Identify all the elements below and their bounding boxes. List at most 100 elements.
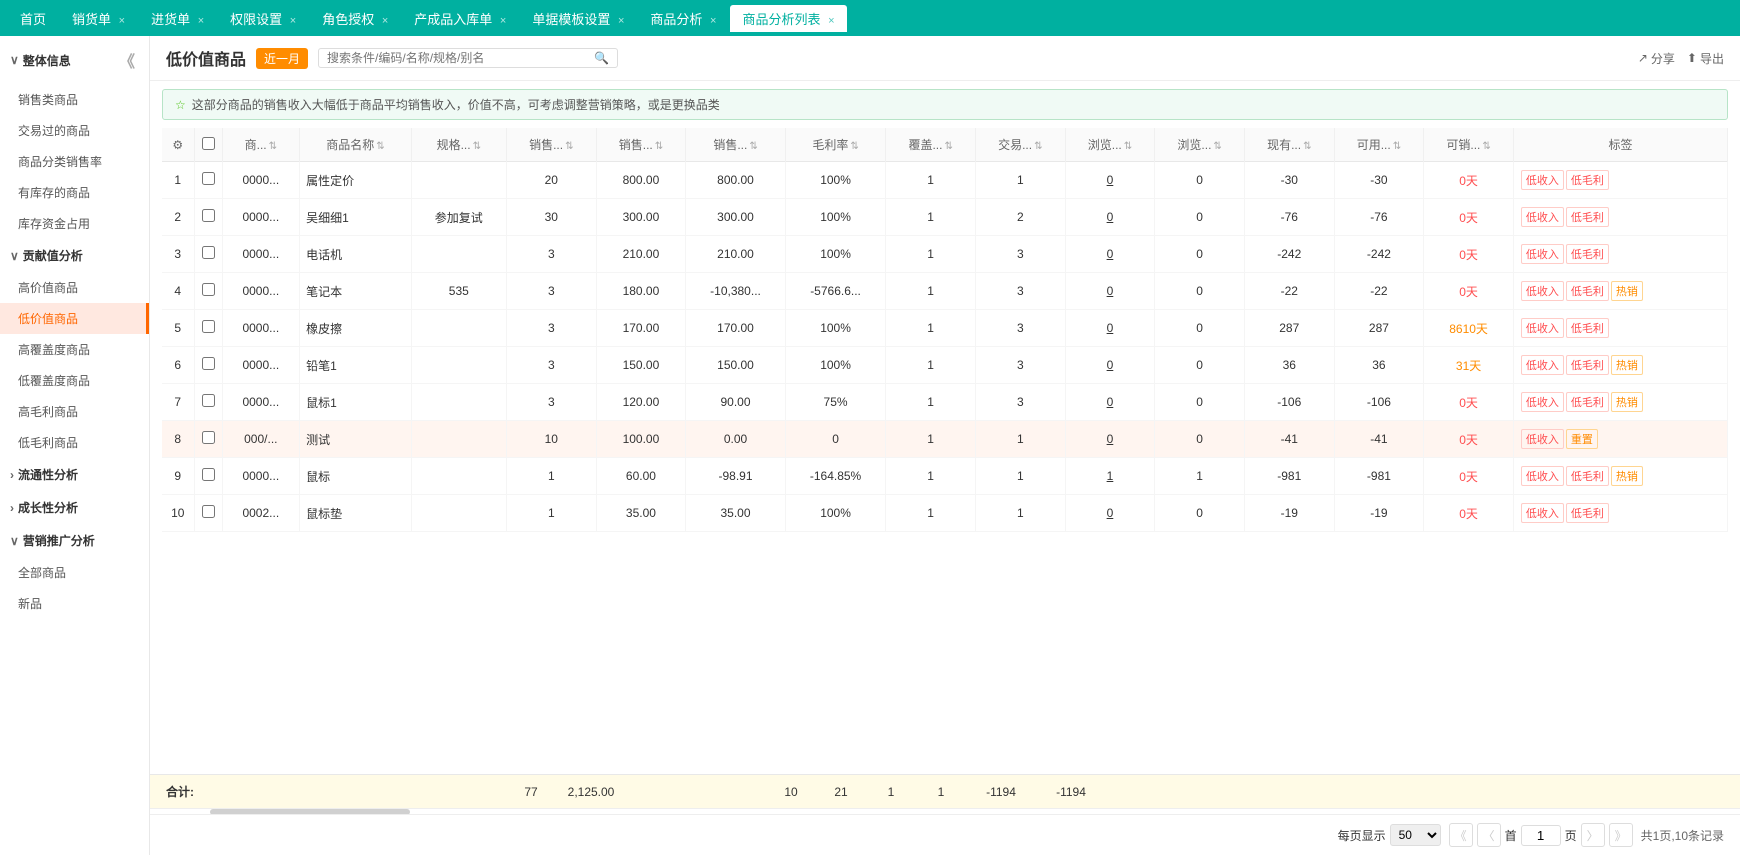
row-check[interactable] [202, 468, 215, 481]
share-btn[interactable]: ↗ 分享 [1638, 50, 1675, 67]
sidebar-group-overall[interactable]: ∨ 整体信息 《 [0, 36, 149, 84]
sidebar-item-sales-goods[interactable]: 销售类商品 [0, 84, 149, 115]
row-check[interactable] [202, 357, 215, 370]
first-page-btn[interactable]: 《 [1449, 823, 1473, 847]
th-saleable[interactable]: 可销...⇅ [1424, 128, 1514, 162]
last-page-btn[interactable]: 》 [1609, 823, 1633, 847]
sidebar-item-all-goods[interactable]: 全部商品 [0, 557, 149, 588]
row-browse1[interactable]: 0 [1065, 273, 1155, 310]
th-coverage[interactable]: 覆盖...⇅ [886, 128, 976, 162]
row-browse1[interactable]: 0 [1065, 236, 1155, 273]
nav-warehouse[interactable]: 产成品入库单 × [402, 5, 518, 32]
nav-home[interactable]: 首页 [8, 5, 58, 32]
row-checkbox[interactable] [194, 236, 222, 273]
row-name[interactable]: 铅笔1 [300, 347, 412, 384]
th-stock[interactable]: 现有...⇅ [1244, 128, 1334, 162]
sidebar-item-new-goods[interactable]: 新品 [0, 588, 149, 619]
th-code[interactable]: 商...⇅ [222, 128, 300, 162]
row-browse1[interactable]: 0 [1065, 421, 1155, 458]
row-name[interactable]: 吴细细1 [300, 199, 412, 236]
th-trade[interactable]: 交易...⇅ [975, 128, 1065, 162]
row-browse1[interactable]: 0 [1065, 495, 1155, 532]
browse1-link[interactable]: 0 [1107, 247, 1114, 261]
row-checkbox[interactable] [194, 310, 222, 347]
gear-icon[interactable]: ⚙ [172, 138, 183, 152]
row-check[interactable] [202, 320, 215, 333]
row-name[interactable]: 橡皮擦 [300, 310, 412, 347]
row-check[interactable] [202, 283, 215, 296]
sidebar-item-traded-goods[interactable]: 交易过的商品 [0, 115, 149, 146]
sidebar-item-high-margin[interactable]: 高毛利商品 [0, 396, 149, 427]
search-input[interactable] [327, 51, 594, 65]
th-checkbox[interactable] [194, 128, 222, 162]
row-checkbox[interactable] [194, 199, 222, 236]
browse1-link[interactable]: 0 [1107, 395, 1114, 409]
row-name[interactable]: 笔记本 [300, 273, 412, 310]
row-browse1[interactable]: 1 [1065, 458, 1155, 495]
th-sale-qty[interactable]: 销售...⇅ [506, 128, 596, 162]
nav-purchase[interactable]: 进货单 × [139, 5, 216, 32]
row-checkbox[interactable] [194, 162, 222, 199]
sidebar-item-high-value[interactable]: 高价值商品 [0, 272, 149, 303]
nav-template[interactable]: 单据模板设置 × [520, 5, 636, 32]
sidebar-item-low-margin[interactable]: 低毛利商品 [0, 427, 149, 458]
row-checkbox[interactable] [194, 495, 222, 532]
row-check[interactable] [202, 246, 215, 259]
sidebar-item-stock-goods[interactable]: 有库存的商品 [0, 177, 149, 208]
th-name[interactable]: 商品名称⇅ [300, 128, 412, 162]
browse1-link[interactable]: 0 [1107, 432, 1114, 446]
th-gear[interactable]: ⚙ [162, 128, 194, 162]
nav-sales[interactable]: 销货单 × [60, 5, 137, 32]
browse1-link[interactable]: 0 [1107, 321, 1114, 335]
th-margin[interactable]: 毛利率⇅ [785, 128, 886, 162]
export-btn[interactable]: ⬆ 导出 [1687, 50, 1724, 67]
browse1-link[interactable]: 0 [1107, 173, 1114, 187]
sidebar-item-high-coverage[interactable]: 高覆盖度商品 [0, 334, 149, 365]
th-sale-profit[interactable]: 销售...⇅ [686, 128, 786, 162]
row-browse1[interactable]: 0 [1065, 347, 1155, 384]
browse1-link[interactable]: 0 [1107, 506, 1114, 520]
row-name[interactable]: 鼠标1 [300, 384, 412, 421]
row-name[interactable]: 鼠标垫 [300, 495, 412, 532]
sidebar-group-contribution[interactable]: ∨ 贡献值分析 [0, 239, 149, 272]
browse1-link[interactable]: 0 [1107, 210, 1114, 224]
sidebar-item-category-rate[interactable]: 商品分类销售率 [0, 146, 149, 177]
row-name[interactable]: 电话机 [300, 236, 412, 273]
sidebar-group-marketing[interactable]: ∨ 营销推广分析 [0, 524, 149, 557]
row-browse1[interactable]: 0 [1065, 310, 1155, 347]
row-checkbox[interactable] [194, 458, 222, 495]
browse1-link[interactable]: 1 [1107, 469, 1114, 483]
row-check[interactable] [202, 431, 215, 444]
sidebar-group-growth[interactable]: › 成长性分析 [0, 491, 149, 524]
page-input[interactable] [1521, 825, 1561, 846]
th-browse2[interactable]: 浏览...⇅ [1155, 128, 1245, 162]
nav-permission[interactable]: 权限设置 × [218, 5, 308, 32]
browse1-link[interactable]: 0 [1107, 358, 1114, 372]
browse1-link[interactable]: 0 [1107, 284, 1114, 298]
search-icon[interactable]: 🔍 [594, 51, 609, 65]
row-checkbox[interactable] [194, 421, 222, 458]
next-page-btn[interactable]: 〉 [1581, 823, 1605, 847]
row-name[interactable]: 测试 [300, 421, 412, 458]
nav-goods-analysis[interactable]: 商品分析 × [638, 5, 728, 32]
row-checkbox[interactable] [194, 384, 222, 421]
row-check[interactable] [202, 209, 215, 222]
row-check[interactable] [202, 394, 215, 407]
row-browse1[interactable]: 0 [1065, 384, 1155, 421]
row-check[interactable] [202, 505, 215, 518]
table-wrapper[interactable]: ⚙ 商...⇅ 商品名称⇅ 规格...⇅ 销售...⇅ 销售...⇅ 销售...… [150, 128, 1740, 774]
row-browse1[interactable]: 0 [1065, 199, 1155, 236]
row-browse1[interactable]: 0 [1065, 162, 1155, 199]
row-checkbox[interactable] [194, 347, 222, 384]
row-checkbox[interactable] [194, 273, 222, 310]
sidebar-group-flow[interactable]: › 流通性分析 [0, 458, 149, 491]
sidebar-item-low-value[interactable]: 低价值商品 [0, 303, 149, 334]
row-name[interactable]: 鼠标 [300, 458, 412, 495]
sidebar-item-capital[interactable]: 库存资金占用 [0, 208, 149, 239]
row-name[interactable]: 属性定价 [300, 162, 412, 199]
sidebar-collapse-btn[interactable]: 《 [115, 44, 139, 76]
sidebar-item-low-coverage[interactable]: 低覆盖度商品 [0, 365, 149, 396]
nav-goods-list[interactable]: 商品分析列表 × [730, 5, 846, 32]
date-tag-btn[interactable]: 近一月 [256, 48, 308, 69]
per-page-select[interactable]: 50 100 [1390, 824, 1441, 846]
